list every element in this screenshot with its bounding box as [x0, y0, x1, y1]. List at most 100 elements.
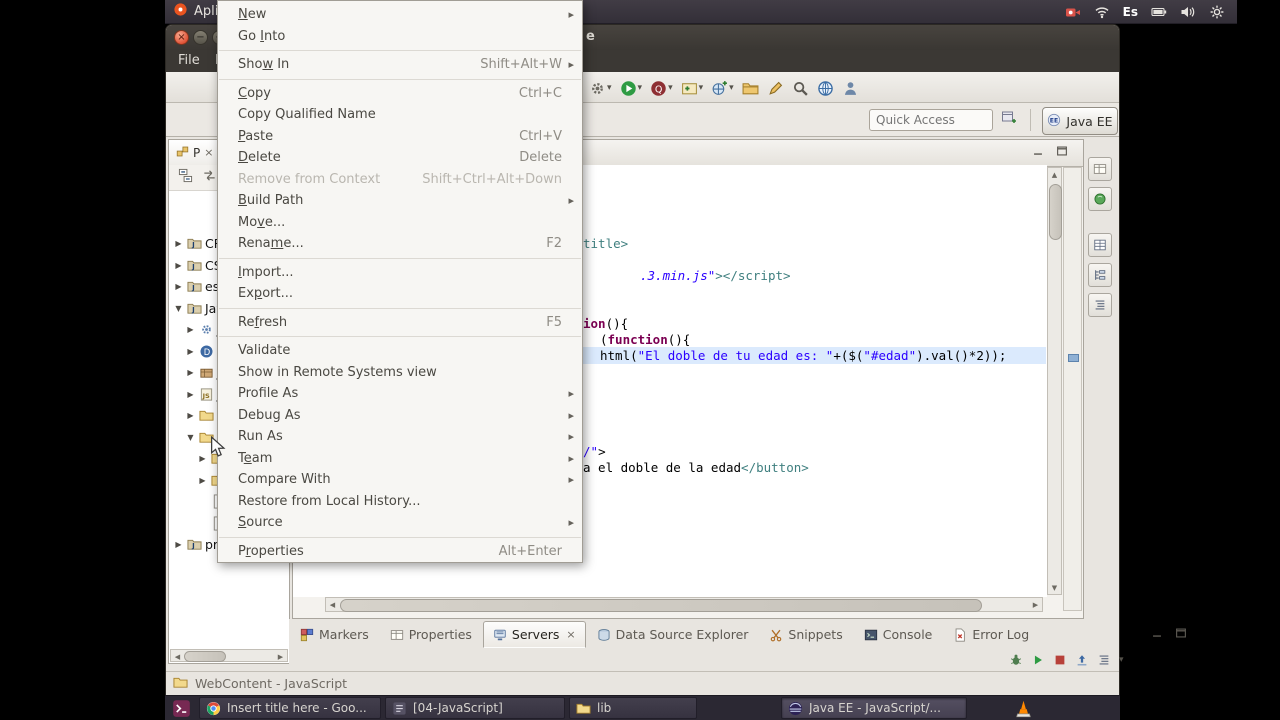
start-server-icon[interactable] — [1031, 653, 1045, 667]
tree-expander-icon[interactable]: ▶ — [173, 239, 184, 248]
volume-icon[interactable] — [1180, 4, 1196, 20]
menu-item-show-in[interactable]: Show In Shift+Alt+W ▸ — [218, 54, 582, 76]
taskbar-window-04-javascript[interactable]: [04-JavaScript] — [385, 697, 565, 719]
tab-data-source-explorer[interactable]: Data Source Explorer — [587, 621, 759, 648]
scroll-up-arrow[interactable]: ▲ — [1048, 168, 1061, 181]
tab-error-log[interactable]: Error Log — [943, 621, 1039, 648]
scroll-right-arrow[interactable]: ▶ — [274, 650, 287, 663]
table-view-button[interactable] — [1088, 233, 1112, 257]
menu-item-paste[interactable]: Paste Ctrl+V — [218, 126, 582, 148]
taskbar-terminal-icon[interactable] — [169, 698, 193, 719]
menu-item-refres-h[interactable]: Refres​h F5 — [218, 312, 582, 334]
dropdown-caret-icon[interactable]: ▾ — [729, 83, 734, 93]
new-web-wizard-button[interactable]: ▾ — [711, 80, 734, 97]
new-wizard-button[interactable]: ▾ — [681, 80, 704, 97]
taskbar-window-lib[interactable]: lib — [569, 697, 697, 719]
open-perspective-button[interactable] — [1000, 110, 1018, 128]
menu-item-rename[interactable]: Rename... F2 — [218, 233, 582, 255]
tree-expander-icon[interactable]: ▶ — [185, 325, 196, 334]
open-folder-button[interactable] — [742, 80, 759, 97]
tab-snippets[interactable]: Snippets — [759, 621, 852, 648]
debug-config-button[interactable]: ▾ — [589, 80, 612, 97]
window-close-button[interactable]: × — [174, 30, 189, 45]
scroll-thumb[interactable] — [1049, 184, 1062, 240]
scroll-right-arrow[interactable]: ▶ — [1029, 598, 1042, 611]
taskbar-window-insert-title-here-goo[interactable]: Insert title here - Goo... — [199, 697, 381, 719]
menu-item-new[interactable]: New ▸ — [218, 4, 582, 26]
maximize-panel-button[interactable] — [1172, 625, 1190, 643]
scroll-left-arrow[interactable]: ◀ — [171, 650, 184, 663]
session-menu-icon[interactable] — [1209, 4, 1225, 20]
scroll-down-arrow[interactable]: ▼ — [1048, 581, 1061, 594]
menu-item-build-path[interactable]: Build Path ▸ — [218, 190, 582, 212]
view-menu-caret-icon[interactable]: ▾ — [1119, 655, 1124, 665]
tree-expander-icon[interactable]: ▶ — [197, 476, 208, 485]
link-with-editor-icon[interactable] — [202, 168, 217, 187]
menu-item-team[interactable]: Team ▸ — [218, 448, 582, 470]
tree-expander-icon[interactable]: ▶ — [173, 261, 184, 270]
collapse-all-icon[interactable] — [178, 168, 193, 187]
tree-expander-icon[interactable]: ▶ — [185, 347, 196, 356]
dropdown-caret-icon[interactable]: ▾ — [668, 83, 673, 93]
taskbar-vlc-icon[interactable] — [1010, 698, 1036, 719]
perspective-java-ee-button[interactable]: EE Java EE — [1042, 107, 1118, 135]
server-status-button[interactable] — [1088, 187, 1112, 211]
tree-expander-icon[interactable]: ▶ — [173, 282, 184, 291]
screen-record-icon[interactable] — [1065, 4, 1081, 20]
tree-expander-icon[interactable]: ▶ — [173, 540, 184, 549]
tree-expander-icon[interactable]: ▼ — [185, 433, 196, 442]
battery-icon[interactable] — [1151, 4, 1167, 20]
browser-button[interactable] — [817, 80, 834, 97]
profile-user-button[interactable] — [842, 80, 859, 97]
scroll-left-arrow[interactable]: ◀ — [326, 598, 339, 611]
menu-item-profile-as[interactable]: Profile As ▸ — [218, 383, 582, 405]
taskbar-window-java-ee-javascript[interactable]: Java EE - JavaScript/... — [781, 697, 967, 719]
tree-expander-icon[interactable]: ▼ — [173, 304, 184, 313]
overview-marker[interactable] — [1068, 354, 1079, 362]
stop-server-icon[interactable] — [1053, 653, 1067, 667]
menu-item-run-as[interactable]: Run As ▸ — [218, 426, 582, 448]
run-button[interactable]: ▾ — [620, 80, 643, 97]
tab-console[interactable]: Console — [854, 621, 943, 648]
window-minimize-button[interactable]: − — [193, 30, 208, 45]
search-button[interactable] — [792, 80, 809, 97]
menu-item-move[interactable]: Move... — [218, 212, 582, 234]
publish-server-icon[interactable] — [1075, 653, 1089, 667]
menu-item-import[interactable]: Import... — [218, 262, 582, 284]
menu-item-restore-from-local-history[interactable]: Restore from Local History... — [218, 491, 582, 513]
tab-markers[interactable]: Markers — [290, 621, 379, 648]
server-list-icon[interactable] — [1097, 653, 1111, 667]
dropdown-caret-icon[interactable]: ▾ — [699, 83, 704, 93]
dropdown-caret-icon[interactable]: ▾ — [607, 83, 612, 93]
menu-item-copy-qualified-name[interactable]: Copy Qualified Name — [218, 104, 582, 126]
menu-item-delete[interactable]: Delete Delete — [218, 147, 582, 169]
tree-expander-icon[interactable]: ▶ — [185, 368, 196, 377]
keyboard-layout-indicator[interactable]: Es — [1123, 5, 1138, 19]
form-view-button[interactable] — [1088, 157, 1112, 181]
coverage-button[interactable]: Q ▾ — [650, 80, 673, 97]
minimize-panel-button[interactable] — [1148, 625, 1166, 643]
tree-expander-icon[interactable]: ▶ — [185, 390, 196, 399]
tab-properties[interactable]: Properties — [380, 621, 482, 648]
close-icon[interactable]: × — [204, 146, 213, 159]
menu-item-copy[interactable]: Copy Ctrl+C — [218, 83, 582, 105]
tab-package-explorer[interactable]: P × — [169, 140, 222, 165]
menu-item-go-into[interactable]: Go Into — [218, 26, 582, 48]
dropdown-caret-icon[interactable]: ▾ — [638, 83, 643, 93]
close-icon[interactable]: × — [566, 628, 575, 641]
menu-file[interactable]: File — [178, 53, 200, 68]
tree-view-button[interactable] — [1088, 263, 1112, 287]
tree-expander-icon[interactable]: ▶ — [185, 411, 196, 420]
menu-item-compare-with[interactable]: Compare With ▸ — [218, 469, 582, 491]
maximize-panel-button[interactable] — [1053, 143, 1071, 161]
tab-servers[interactable]: Servers × — [482, 621, 586, 648]
outline-view-button[interactable] — [1088, 293, 1112, 317]
menu-item-validate[interactable]: Validate — [218, 340, 582, 362]
tree-expander-icon[interactable]: ▶ — [197, 454, 208, 463]
pencil-button[interactable] — [767, 80, 784, 97]
scroll-thumb[interactable] — [340, 599, 982, 612]
menu-item-source[interactable]: Source ▸ — [218, 512, 582, 534]
debug-server-icon[interactable] — [1009, 653, 1023, 667]
quick-access-input[interactable] — [869, 109, 993, 131]
scroll-thumb[interactable] — [184, 651, 226, 662]
